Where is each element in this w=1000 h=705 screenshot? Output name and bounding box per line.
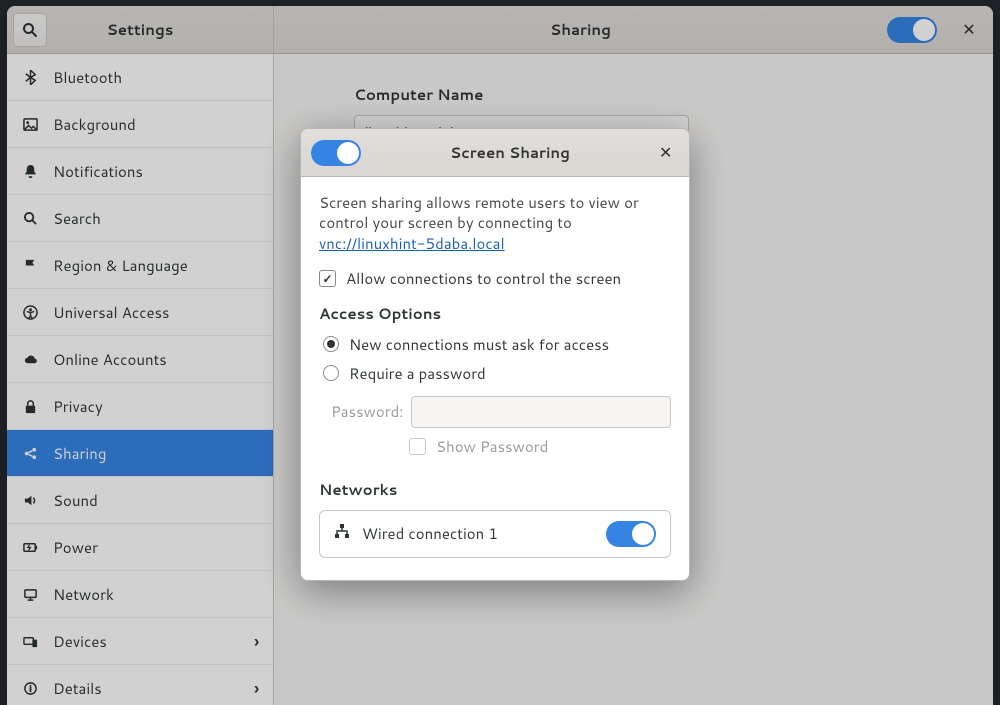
access-options-heading: Access Options — [319, 303, 671, 324]
radio-password[interactable] — [323, 365, 339, 381]
network-name: Wired connection 1 — [362, 523, 498, 544]
networks-heading: Networks — [319, 479, 671, 500]
radio-password-row[interactable]: Require a password — [319, 363, 671, 384]
wired-network-icon — [334, 523, 350, 544]
network-toggle[interactable] — [606, 521, 656, 547]
radio-ask-label: New connections must ask for access — [349, 334, 609, 355]
radio-ask[interactable] — [323, 336, 339, 352]
allow-control-checkbox[interactable] — [319, 270, 336, 287]
close-icon: ✕ — [659, 141, 672, 164]
dialog-description-text: Screen sharing allows remote users to vi… — [319, 192, 639, 233]
network-row: Wired connection 1 — [319, 510, 671, 558]
dialog-header: Screen Sharing ✕ — [301, 129, 689, 177]
dialog-title: Screen Sharing — [361, 142, 659, 163]
password-label: Password: — [331, 401, 403, 422]
show-password-row: Show Password — [409, 436, 671, 457]
dialog-close-button[interactable]: ✕ — [659, 141, 679, 164]
allow-control-row[interactable]: Allow connections to control the screen — [319, 268, 671, 289]
vnc-link[interactable]: vnc://linuxhint-5daba.local — [319, 233, 505, 254]
password-input — [411, 396, 671, 428]
show-password-label: Show Password — [436, 436, 548, 457]
radio-password-label: Require a password — [349, 363, 486, 384]
screen-sharing-toggle[interactable] — [311, 140, 361, 166]
dialog-body: Screen sharing allows remote users to vi… — [301, 177, 689, 580]
dialog-description: Screen sharing allows remote users to vi… — [319, 193, 671, 254]
radio-ask-row[interactable]: New connections must ask for access — [319, 334, 671, 355]
password-row: Password: — [331, 396, 671, 428]
show-password-checkbox — [409, 438, 426, 455]
screen-sharing-dialog: Screen Sharing ✕ Screen sharing allows r… — [300, 128, 690, 581]
allow-control-label: Allow connections to control the screen — [346, 268, 621, 289]
